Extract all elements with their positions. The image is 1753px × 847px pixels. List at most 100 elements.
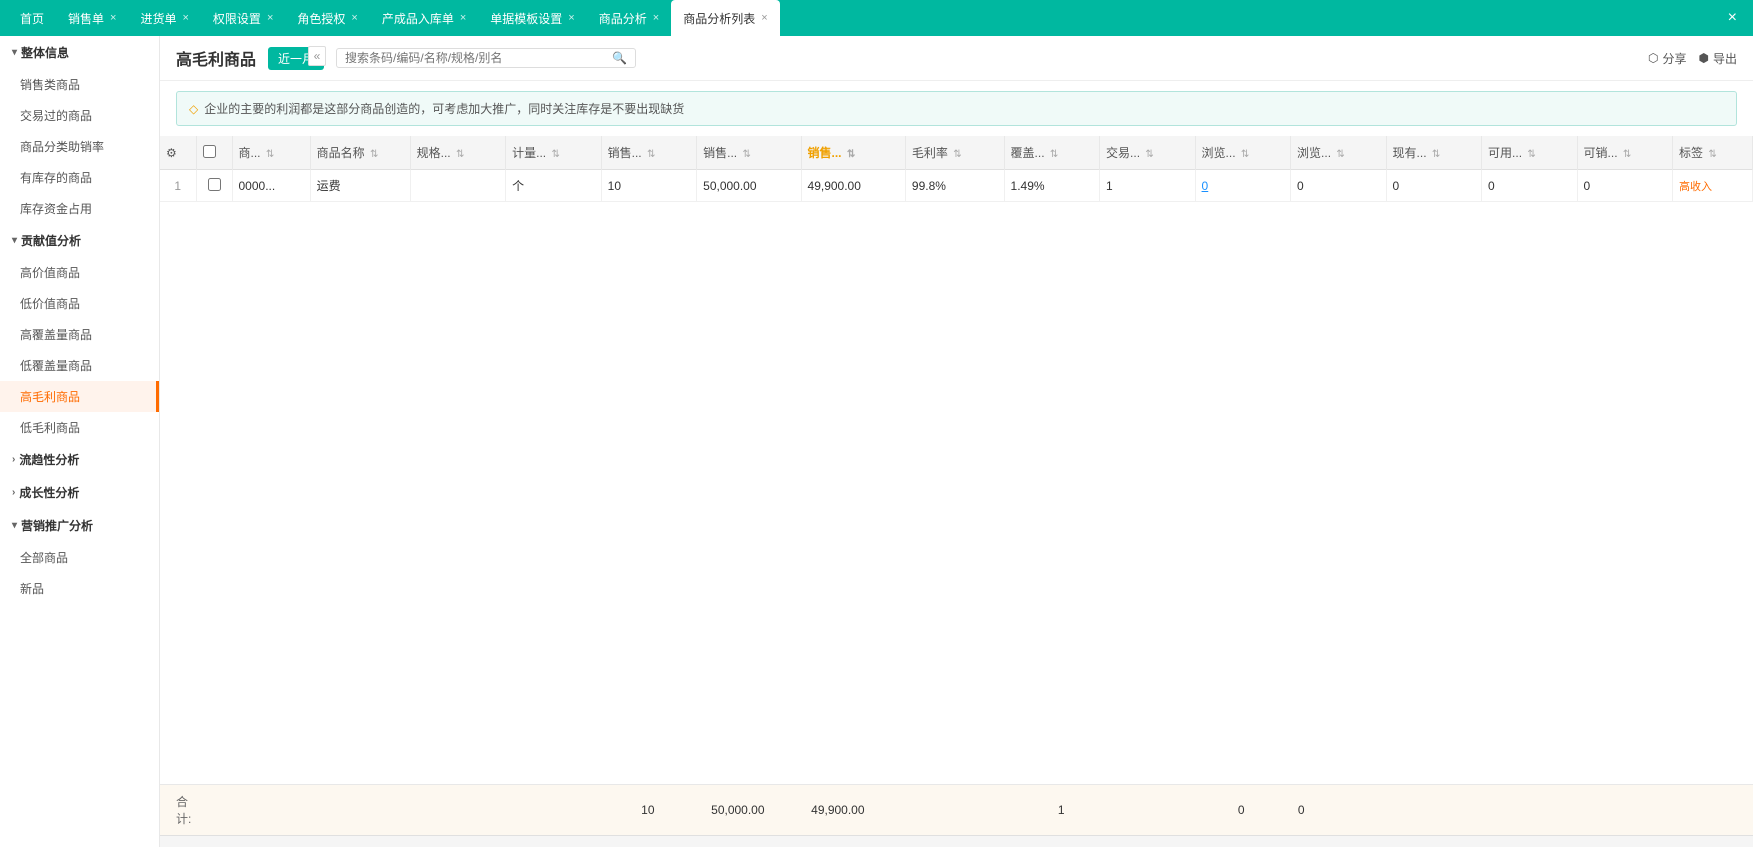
cell-browse1[interactable]: 0 — [1195, 170, 1291, 202]
nav-label-sales: 销售单 — [68, 10, 104, 27]
sort-icon-gross-rate: ⇅ — [953, 149, 961, 160]
th-available[interactable]: 可用... ⇅ — [1482, 136, 1578, 170]
footer-col15: 0 — [1245, 803, 1305, 817]
footer-sales-cost: 49,900.00 — [775, 803, 865, 817]
sidebar-item-low-coverage[interactable]: 低覆盖量商品 — [0, 350, 159, 381]
th-spec[interactable]: 规格... ⇅ — [410, 136, 506, 170]
nav-item-purchase[interactable]: 进货单 × — [128, 0, 200, 36]
th-sales-qty[interactable]: 销售... ⇅ — [601, 136, 697, 170]
info-banner: ◇ 企业的主要的利润都是这部分商品创造的，可考虑加大推广，同时关注库存是不要出现… — [176, 91, 1737, 126]
th-browse1[interactable]: 浏览... ⇅ — [1195, 136, 1291, 170]
sidebar: ▾ 整体信息 销售类商品 交易过的商品 商品分类助销率 有库存的商品 库存资金占… — [0, 36, 160, 847]
th-code[interactable]: 商... ⇅ — [232, 136, 310, 170]
cell-sales-cost: 49,900.00 — [801, 170, 905, 202]
nav-item-product-in[interactable]: 产成品入库单 × — [370, 0, 478, 36]
sort-icon-browse2: ⇅ — [1336, 149, 1344, 160]
share-button[interactable]: ⬡ 分享 — [1648, 50, 1687, 67]
sort-icon-sales-cost: ⇅ — [847, 149, 855, 160]
th-current-stock[interactable]: 现有... ⇅ — [1386, 136, 1482, 170]
sidebar-item-stock-capital[interactable]: 库存资金占用 — [0, 193, 159, 224]
sidebar-item-sales-goods[interactable]: 销售类商品 — [0, 69, 159, 100]
close-icon-role[interactable]: × — [351, 12, 357, 24]
nav-item-role[interactable]: 角色授权 × — [285, 0, 369, 36]
sort-icon-code: ⇅ — [266, 149, 274, 160]
sidebar-item-traded-goods[interactable]: 交易过的商品 — [0, 100, 159, 131]
footer-sales-amount: 50,000.00 — [675, 803, 765, 817]
close-icon-permission[interactable]: × — [267, 12, 273, 24]
cell-tag: 高收入 — [1673, 170, 1753, 202]
cell-gross-rate: 99.8% — [905, 170, 1004, 202]
export-button[interactable]: ⬢ 导出 — [1699, 50, 1738, 67]
th-sellable[interactable]: 可销... ⇅ — [1577, 136, 1673, 170]
arrow-icon-trend: › — [12, 454, 15, 465]
sidebar-item-high-value[interactable]: 高价值商品 — [0, 257, 159, 288]
close-icon-analysis[interactable]: × — [653, 12, 659, 24]
nav-item-permission[interactable]: 权限设置 × — [201, 0, 285, 36]
th-sales-cost[interactable]: 销售... ⇅ — [801, 136, 905, 170]
th-gross-rate[interactable]: 毛利率 ⇅ — [905, 136, 1004, 170]
sidebar-group-contribution[interactable]: ▾ 贡献值分析 — [0, 224, 159, 257]
cell-transaction: 1 — [1100, 170, 1196, 202]
sort-icon-unit: ⇅ — [552, 149, 560, 160]
th-transaction[interactable]: 交易... ⇅ — [1100, 136, 1196, 170]
close-icon-product-in[interactable]: × — [460, 12, 466, 24]
nav-item-home[interactable]: 首页 — [8, 0, 56, 36]
info-icon: ◇ — [189, 102, 198, 116]
close-icon-analysis-list[interactable]: × — [761, 12, 767, 24]
select-all-checkbox[interactable] — [203, 145, 216, 158]
close-all-button[interactable]: × — [1720, 9, 1745, 27]
close-icon-template[interactable]: × — [568, 12, 574, 24]
collapse-sidebar-button[interactable]: « — [308, 46, 326, 66]
nav-item-sales[interactable]: 销售单 × — [56, 0, 128, 36]
horizontal-scrollbar[interactable] — [160, 835, 1753, 847]
th-unit[interactable]: 计量... ⇅ — [506, 136, 602, 170]
sidebar-item-high-margin[interactable]: 高毛利商品 — [0, 381, 159, 412]
sidebar-group-marketing[interactable]: ▾ 营销推广分析 — [0, 509, 159, 542]
sidebar-item-all-goods[interactable]: 全部商品 — [0, 542, 159, 573]
nav-item-analysis[interactable]: 商品分析 × — [587, 0, 671, 36]
th-tag[interactable]: 标签 ⇅ — [1673, 136, 1753, 170]
th-browse2[interactable]: 浏览... ⇅ — [1291, 136, 1387, 170]
close-icon-sales[interactable]: × — [110, 12, 116, 24]
row-checkbox[interactable] — [208, 178, 221, 191]
nav-item-analysis-list[interactable]: 商品分析列表 × — [671, 0, 779, 36]
th-checkbox[interactable] — [196, 136, 232, 170]
close-icon-purchase[interactable]: × — [182, 12, 188, 24]
sidebar-item-low-margin[interactable]: 低毛利商品 — [0, 412, 159, 443]
search-icon[interactable]: 🔍 — [612, 51, 627, 65]
table-wrapper: ⚙ 商... ⇅ 商品名称 ⇅ — [160, 136, 1753, 784]
nav-label-role: 角色授权 — [297, 10, 345, 27]
cell-checkbox[interactable] — [196, 170, 232, 202]
sidebar-group-trend[interactable]: › 流趋性分析 — [0, 443, 159, 476]
sidebar-item-low-value[interactable]: 低价值商品 — [0, 288, 159, 319]
sidebar-group-label-contribution: 贡献值分析 — [21, 232, 81, 249]
nav-label-purchase: 进货单 — [140, 10, 176, 27]
th-name[interactable]: 商品名称 ⇅ — [310, 136, 410, 170]
sidebar-item-high-coverage[interactable]: 高覆盖量商品 — [0, 319, 159, 350]
cell-coverage: 1.49% — [1004, 170, 1100, 202]
table-header: ⚙ 商... ⇅ 商品名称 ⇅ — [160, 136, 1753, 170]
th-coverage[interactable]: 覆盖... ⇅ — [1004, 136, 1100, 170]
content-area: « 高毛利商品 近一月 🔍 ⬡ 分享 ⬢ 导出 ◇ 企 — [160, 36, 1753, 847]
arrow-icon-growth: › — [12, 487, 15, 498]
sidebar-item-category-sales-rate[interactable]: 商品分类助销率 — [0, 131, 159, 162]
sidebar-group-growth[interactable]: › 成长性分析 — [0, 476, 159, 509]
th-sales-amount[interactable]: 销售... ⇅ — [697, 136, 801, 170]
nav-item-template[interactable]: 单据模板设置 × — [478, 0, 586, 36]
sidebar-group-label-trend: 流趋性分析 — [19, 451, 79, 468]
th-settings[interactable]: ⚙ — [160, 136, 196, 170]
search-input[interactable] — [345, 51, 608, 65]
arrow-icon-contribution: ▾ — [12, 235, 17, 246]
cell-available: 0 — [1482, 170, 1578, 202]
sidebar-item-stocked-goods[interactable]: 有库存的商品 — [0, 162, 159, 193]
sort-icon-tag: ⇅ — [1708, 149, 1716, 160]
sidebar-item-new-goods[interactable]: 新品 — [0, 573, 159, 604]
nav-label-home: 首页 — [20, 10, 44, 27]
sidebar-group-overview[interactable]: ▾ 整体信息 — [0, 36, 159, 69]
nav-label-product-in: 产成品入库单 — [382, 10, 454, 27]
table-header-row: ⚙ 商... ⇅ 商品名称 ⇅ — [160, 136, 1753, 170]
sort-icon-name: ⇅ — [370, 149, 378, 160]
cell-sales-amount: 50,000.00 — [697, 170, 801, 202]
search-box: 🔍 — [336, 48, 636, 68]
data-table: ⚙ 商... ⇅ 商品名称 ⇅ — [160, 136, 1753, 202]
